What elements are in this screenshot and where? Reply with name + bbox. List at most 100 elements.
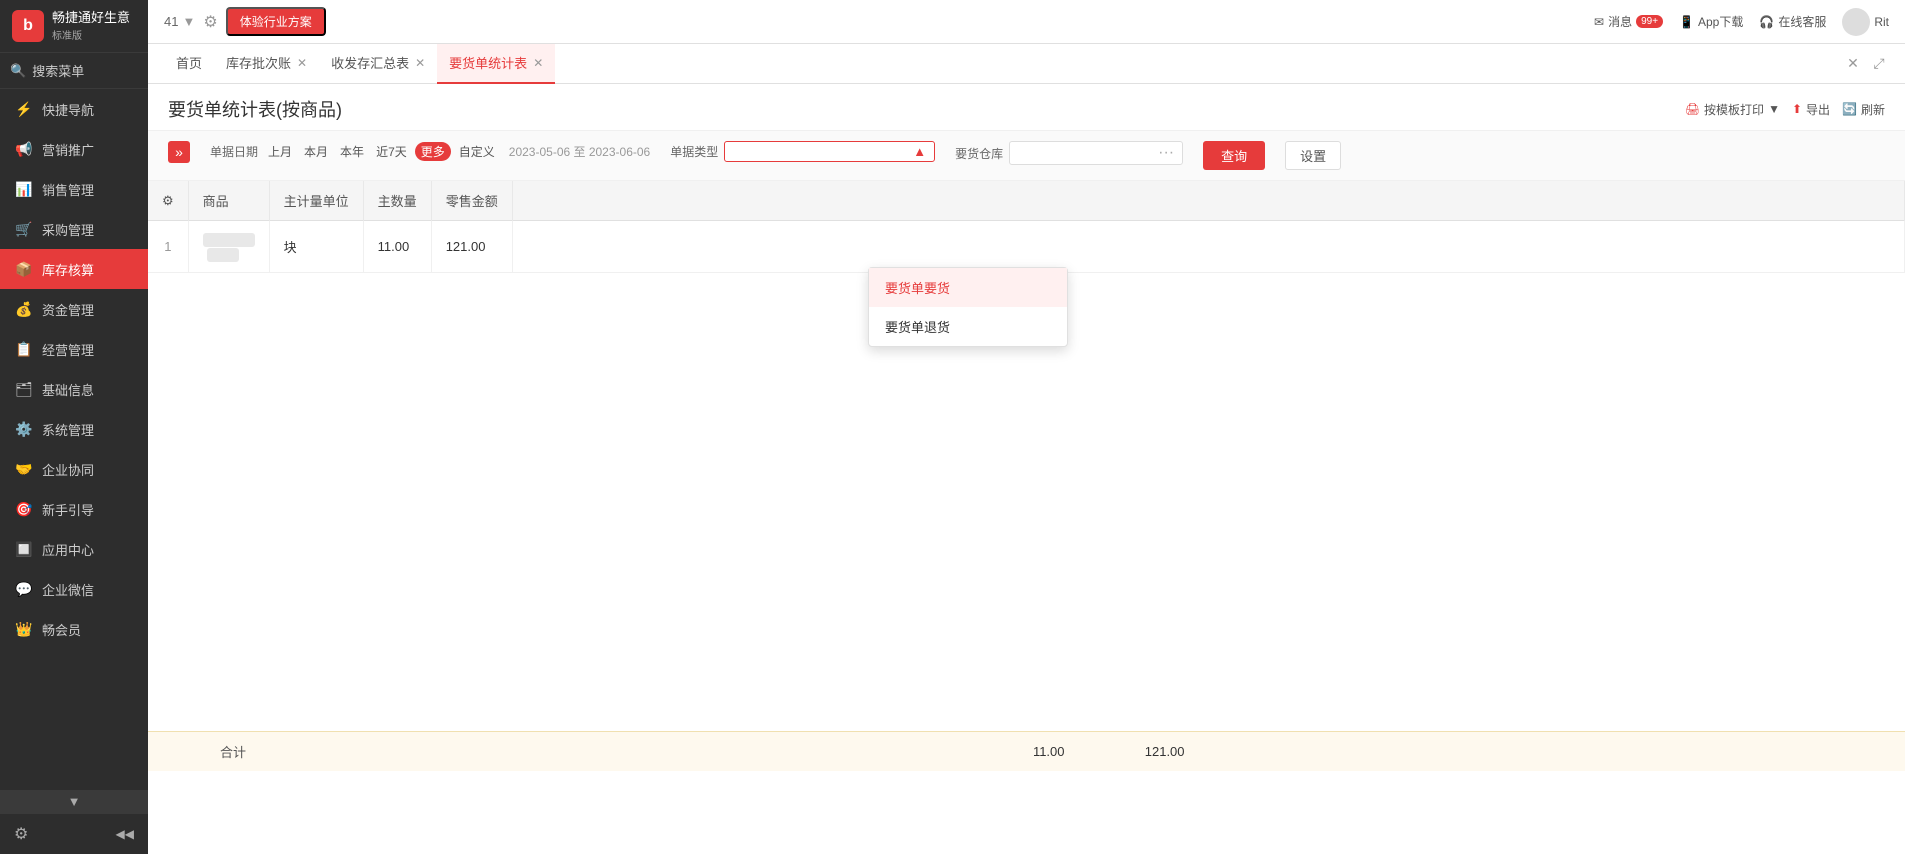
date-btn-more[interactable]: 更多 [415, 142, 451, 161]
sidebar-item-label: 基础信息 [42, 380, 94, 399]
table-header-row: ⚙ 商品 主计量单位 主数量 零售金额 [148, 181, 1905, 221]
tab-home[interactable]: 首页 [164, 44, 214, 84]
date-btn-custom[interactable]: 自定义 [455, 141, 499, 162]
warehouse-more-icon[interactable]: ··· [1158, 144, 1174, 162]
sidebar-item-purchase[interactable]: 🛒 采购管理 [0, 209, 148, 249]
export-btn[interactable]: ⬆ 导出 [1792, 101, 1830, 118]
user-avatar-btn[interactable]: Rit [1842, 8, 1889, 36]
sidebar-logo: b 畅捷通好生意 标准版 [0, 0, 148, 53]
quick-nav-icon: ⚡ [14, 99, 34, 119]
tab-order-stats[interactable]: 要货单统计表 ✕ [437, 44, 555, 84]
tab-receivable-close[interactable]: ✕ [415, 56, 425, 70]
sidebar-item-label: 营销推广 [42, 140, 94, 159]
print-btn[interactable]: 🖨 按模板打印 ▼ [1685, 101, 1780, 118]
row-product [188, 221, 269, 273]
type-dropdown-arrow[interactable]: ▲ [913, 144, 926, 159]
store-selector[interactable]: 41 ▼ [164, 14, 195, 29]
messages-btn[interactable]: ✉ 消息 99+ [1594, 13, 1663, 30]
sidebar-item-quick-nav[interactable]: ⚡ 快捷导航 [0, 89, 148, 129]
product-placeholder-2 [207, 248, 239, 262]
sidebar-item-label: 企业协同 [42, 460, 94, 479]
sidebar-item-member[interactable]: 👑 畅会员 [0, 609, 148, 649]
sidebar-scroll-down[interactable]: ▼ [0, 790, 148, 813]
dropdown-option-1[interactable]: 要货单要货 [869, 268, 1067, 307]
sidebar-nav: ⚡ 快捷导航 📢 营销推广 📊 销售管理 🛒 采购管理 📦 库存核算 💰 资金管… [0, 89, 148, 790]
tab-batch-account-close[interactable]: ✕ [297, 56, 307, 70]
settings-icon[interactable]: ⚙ [14, 824, 28, 844]
export-label: 导出 [1806, 101, 1830, 118]
date-btn-7days[interactable]: 近7天 [372, 141, 411, 162]
window-close-btn[interactable]: ✕ [1843, 54, 1863, 74]
date-range-text: 2023-05-06 至 2023-06-06 [509, 145, 650, 159]
finance-icon: 💰 [14, 299, 34, 319]
setting-button[interactable]: 设置 [1285, 141, 1341, 170]
col-quantity: 主数量 [363, 181, 431, 221]
type-dropdown[interactable]: ▲ [724, 141, 935, 162]
row-extra [512, 221, 1904, 273]
basic-icon: 🗂 [14, 379, 34, 399]
sidebar-item-basic[interactable]: 🗂 基础信息 [0, 369, 148, 409]
filter-expand-btn[interactable]: » [168, 141, 190, 163]
row-amount: 121.00 [431, 221, 512, 273]
data-table: ⚙ 商品 主计量单位 主数量 零售金额 1 [148, 181, 1905, 273]
page-actions: 🖨 按模板打印 ▼ ⬆ 导出 🔄 刷新 [1685, 101, 1885, 118]
sidebar-item-cooperation[interactable]: 🤝 企业协同 [0, 449, 148, 489]
warehouse-input[interactable] [1018, 146, 1158, 160]
footer-quantity: 11.00 [959, 744, 1079, 759]
type-input[interactable] [733, 145, 913, 159]
sidebar: b 畅捷通好生意 标准版 🔍 搜索菜单 ⚡ 快捷导航 📢 营销推广 📊 销售管理… [0, 0, 148, 854]
sidebar-item-label: 企业微信 [42, 580, 94, 599]
sidebar-item-system[interactable]: ⚙️ 系统管理 [0, 409, 148, 449]
sidebar-search[interactable]: 🔍 搜索菜单 [0, 53, 148, 89]
purchase-icon: 🛒 [14, 219, 34, 239]
col-product: 商品 [188, 181, 269, 221]
query-button[interactable]: 查询 [1203, 141, 1265, 170]
app-download-btn[interactable]: 📱 App下载 [1679, 13, 1743, 30]
sales-icon: 📊 [14, 179, 34, 199]
table-settings-icon[interactable]: ⚙ [162, 193, 174, 208]
sidebar-item-sales[interactable]: 📊 销售管理 [0, 169, 148, 209]
app-sub: 标准版 [52, 27, 130, 42]
tab-receivable-summary[interactable]: 收发存汇总表 ✕ [319, 44, 437, 84]
sidebar-item-operations[interactable]: 📋 经营管理 [0, 329, 148, 369]
sidebar-item-appstore[interactable]: 🔲 应用中心 [0, 529, 148, 569]
footer-label: 合计 [220, 742, 246, 761]
online-service-btn[interactable]: 🎧 在线客服 [1759, 13, 1826, 30]
tab-order-stats-label: 要货单统计表 [449, 53, 527, 72]
sidebar-item-wechat[interactable]: 💬 企业微信 [0, 569, 148, 609]
refresh-icon: 🔄 [1842, 102, 1857, 116]
sidebar-item-label: 库存核算 [42, 260, 94, 279]
refresh-btn[interactable]: 🔄 刷新 [1842, 101, 1885, 118]
marketing-icon: 📢 [14, 139, 34, 159]
page-header: 要货单统计表(按商品) 🖨 按模板打印 ▼ ⬆ 导出 🔄 刷新 [148, 84, 1905, 131]
messages-badge: 99+ [1636, 15, 1663, 28]
collapse-icon[interactable]: ◀◀ [116, 827, 134, 841]
tab-batch-account[interactable]: 库存批次账 ✕ [214, 44, 319, 84]
phone-icon: 📱 [1679, 15, 1694, 29]
sidebar-item-guide[interactable]: 🎯 新手引导 [0, 489, 148, 529]
col-settings[interactable]: ⚙ [148, 181, 188, 221]
sidebar-item-label: 销售管理 [42, 180, 94, 199]
logo-icon: b [12, 10, 44, 42]
dropdown-option-2[interactable]: 要货单退货 [869, 307, 1067, 346]
export-icon: ⬆ [1792, 102, 1802, 116]
promo-button[interactable]: 体验行业方案 [226, 7, 326, 36]
search-icon: 🔍 [10, 63, 26, 79]
sidebar-item-marketing[interactable]: 📢 营销推广 [0, 129, 148, 169]
sidebar-item-inventory[interactable]: 📦 库存核算 [0, 249, 148, 289]
date-filter-label: 单据日期 [210, 143, 258, 160]
print-caret: ▼ [1768, 102, 1780, 116]
date-btn-last-month[interactable]: 上月 [264, 141, 296, 162]
sidebar-item-finance[interactable]: 💰 资金管理 [0, 289, 148, 329]
system-icon: ⚙️ [14, 419, 34, 439]
topbar-settings-icon[interactable]: ⚙ [203, 12, 217, 32]
product-placeholder-1 [203, 233, 255, 247]
tab-receivable-label: 收发存汇总表 [331, 53, 409, 72]
date-btn-this-year[interactable]: 本年 [336, 141, 368, 162]
print-label: 按模板打印 [1704, 101, 1764, 118]
window-expand-btn[interactable]: ⤢ [1869, 54, 1889, 74]
service-icon: 🎧 [1759, 15, 1774, 29]
store-number: 41 [164, 14, 178, 29]
tab-order-stats-close[interactable]: ✕ [533, 56, 543, 70]
date-btn-this-month[interactable]: 本月 [300, 141, 332, 162]
